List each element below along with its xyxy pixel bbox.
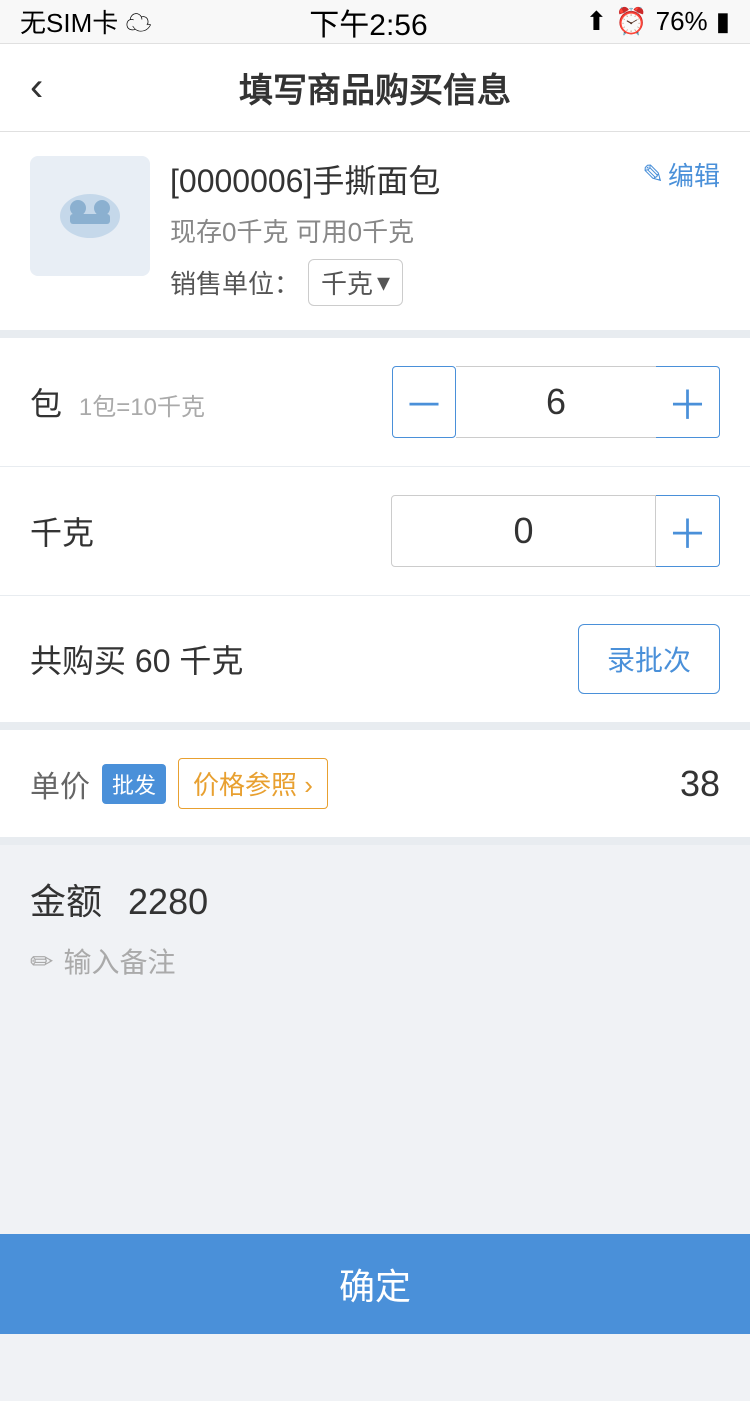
amount-row: 金额 2280	[30, 873, 720, 925]
wholesale-badge: 批发	[102, 764, 166, 804]
price-label: 单价	[30, 762, 90, 806]
alarm-icon: ⏰	[615, 6, 647, 37]
record-batch-button[interactable]: 录批次	[578, 624, 720, 694]
note-placeholder: 输入备注	[63, 941, 175, 981]
kg-quantity-input[interactable]	[391, 495, 656, 567]
location-icon: ⬆	[585, 6, 607, 37]
product-card: [0000006]手撕面包 ✎ 编辑 现存0千克 可用0千克 销售单位： 千克 …	[0, 132, 750, 338]
empty-space	[0, 1001, 750, 1401]
price-reference-button[interactable]: 价格参照 ›	[178, 758, 328, 809]
pack-input-row: 包 1包=10千克 － ＋	[0, 338, 750, 467]
page-title: 填写商品购买信息	[239, 63, 511, 112]
kg-label: 千克	[30, 508, 391, 554]
pack-sublabel: 1包=10千克	[79, 394, 205, 421]
product-name: [0000006]手撕面包	[170, 156, 440, 202]
unit-select[interactable]: 千克 ▾	[308, 259, 403, 306]
back-button[interactable]: ‹	[30, 65, 43, 110]
status-left: 无SIM卡 ☁	[20, 3, 151, 40]
product-unit: 销售单位： 千克 ▾	[170, 259, 720, 306]
note-row[interactable]: ✏ 输入备注	[30, 941, 720, 981]
pack-plus-button[interactable]: ＋	[656, 366, 720, 438]
summary-text: 共购买 60 千克	[30, 636, 578, 682]
amount-section: 金额 2280 ✏ 输入备注	[0, 845, 750, 1001]
kg-input-row: 千克 ＋	[0, 467, 750, 596]
chevron-down-icon: ▾	[377, 267, 390, 298]
battery-level: 76%	[656, 6, 708, 37]
amount-label: 金额	[30, 881, 102, 922]
battery-icon: ▮	[716, 6, 730, 37]
product-image	[30, 156, 150, 276]
amount-value: 2280	[128, 881, 208, 922]
status-right: ⬆ ⏰ 76% ▮	[585, 6, 730, 37]
price-section: 单价 批发 价格参照 › 38	[0, 730, 750, 845]
summary-row: 共购买 60 千克 录批次	[0, 596, 750, 730]
pack-quantity-input[interactable]	[456, 366, 656, 438]
pencil-icon: ✏	[30, 945, 53, 978]
product-stock: 现存0千克 可用0千克	[170, 212, 720, 249]
status-bar: 无SIM卡 ☁ 下午2:56 ⬆ ⏰ 76% ▮	[0, 0, 750, 44]
kg-qty-control: ＋	[391, 495, 720, 567]
pack-qty-control: － ＋	[392, 366, 720, 438]
product-info: [0000006]手撕面包 ✎ 编辑 现存0千克 可用0千克 销售单位： 千克 …	[170, 156, 720, 306]
nav-bar: ‹ 填写商品购买信息	[0, 44, 750, 132]
price-value: 38	[680, 763, 720, 805]
status-time: 下午2:56	[309, 0, 427, 44]
confirm-button[interactable]: 确定	[0, 1234, 750, 1334]
edit-icon: ✎	[642, 159, 664, 190]
pack-minus-button[interactable]: －	[392, 366, 456, 438]
sim-status: 无SIM卡 ☁	[20, 3, 151, 40]
pack-label: 包 1包=10千克	[30, 379, 392, 425]
edit-button[interactable]: ✎ 编辑	[642, 156, 720, 193]
kg-plus-button[interactable]: ＋	[656, 495, 720, 567]
input-section: 包 1包=10千克 － ＋ 千克 ＋	[0, 338, 750, 596]
